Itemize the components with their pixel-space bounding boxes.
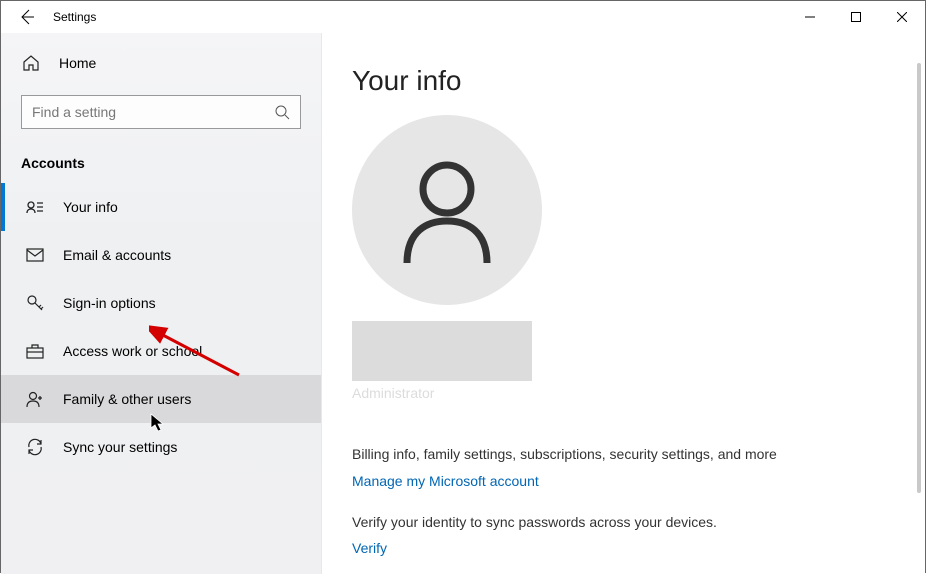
- scrollbar[interactable]: [917, 63, 921, 493]
- page-title: Your info: [352, 65, 905, 97]
- badge-icon: [25, 197, 45, 217]
- home-nav[interactable]: Home: [1, 43, 321, 83]
- nav-your-info[interactable]: Your info: [1, 183, 321, 231]
- home-label: Home: [59, 55, 96, 71]
- mail-icon: [25, 245, 45, 265]
- manage-account-link[interactable]: Manage my Microsoft account: [352, 473, 539, 489]
- person-icon: [397, 155, 497, 265]
- nav-item-label: Sync your settings: [63, 439, 177, 455]
- window-controls: [787, 1, 925, 33]
- briefcase-icon: [25, 341, 45, 361]
- nav-item-label: Email & accounts: [63, 247, 171, 263]
- search-box[interactable]: [21, 95, 301, 129]
- home-icon: [21, 53, 41, 73]
- verify-link[interactable]: Verify: [352, 540, 387, 556]
- app-title: Settings: [53, 10, 96, 24]
- search-icon: [274, 104, 290, 120]
- nav-item-label: Access work or school: [63, 343, 202, 359]
- sidebar: Home Accounts Your info E: [1, 33, 321, 574]
- account-name-redacted: [352, 321, 532, 381]
- nav-item-label: Family & other users: [63, 391, 191, 407]
- nav-sync-settings[interactable]: Sync your settings: [1, 423, 321, 471]
- nav-access-work[interactable]: Access work or school: [1, 327, 321, 375]
- verify-info-text: Verify your identity to sync passwords a…: [352, 513, 905, 533]
- maximize-button[interactable]: [833, 1, 879, 33]
- minimize-button[interactable]: [787, 1, 833, 33]
- nav-item-label: Sign-in options: [63, 295, 156, 311]
- avatar: [352, 115, 542, 305]
- account-role: Administrator: [352, 385, 905, 401]
- nav-email-accounts[interactable]: Email & accounts: [1, 231, 321, 279]
- sidebar-section-title: Accounts: [1, 129, 321, 183]
- nav-item-label: Your info: [63, 199, 118, 215]
- billing-info-text: Billing info, family settings, subscript…: [352, 445, 905, 465]
- nav-family-users[interactable]: Family & other users: [1, 375, 321, 423]
- nav-signin-options[interactable]: Sign-in options: [1, 279, 321, 327]
- main-panel: Your info Administrator Billing info, fa…: [321, 33, 925, 574]
- sync-icon: [25, 437, 45, 457]
- search-input[interactable]: [32, 104, 274, 120]
- close-button[interactable]: [879, 1, 925, 33]
- back-button[interactable]: [17, 7, 37, 27]
- key-icon: [25, 293, 45, 313]
- people-icon: [25, 389, 45, 409]
